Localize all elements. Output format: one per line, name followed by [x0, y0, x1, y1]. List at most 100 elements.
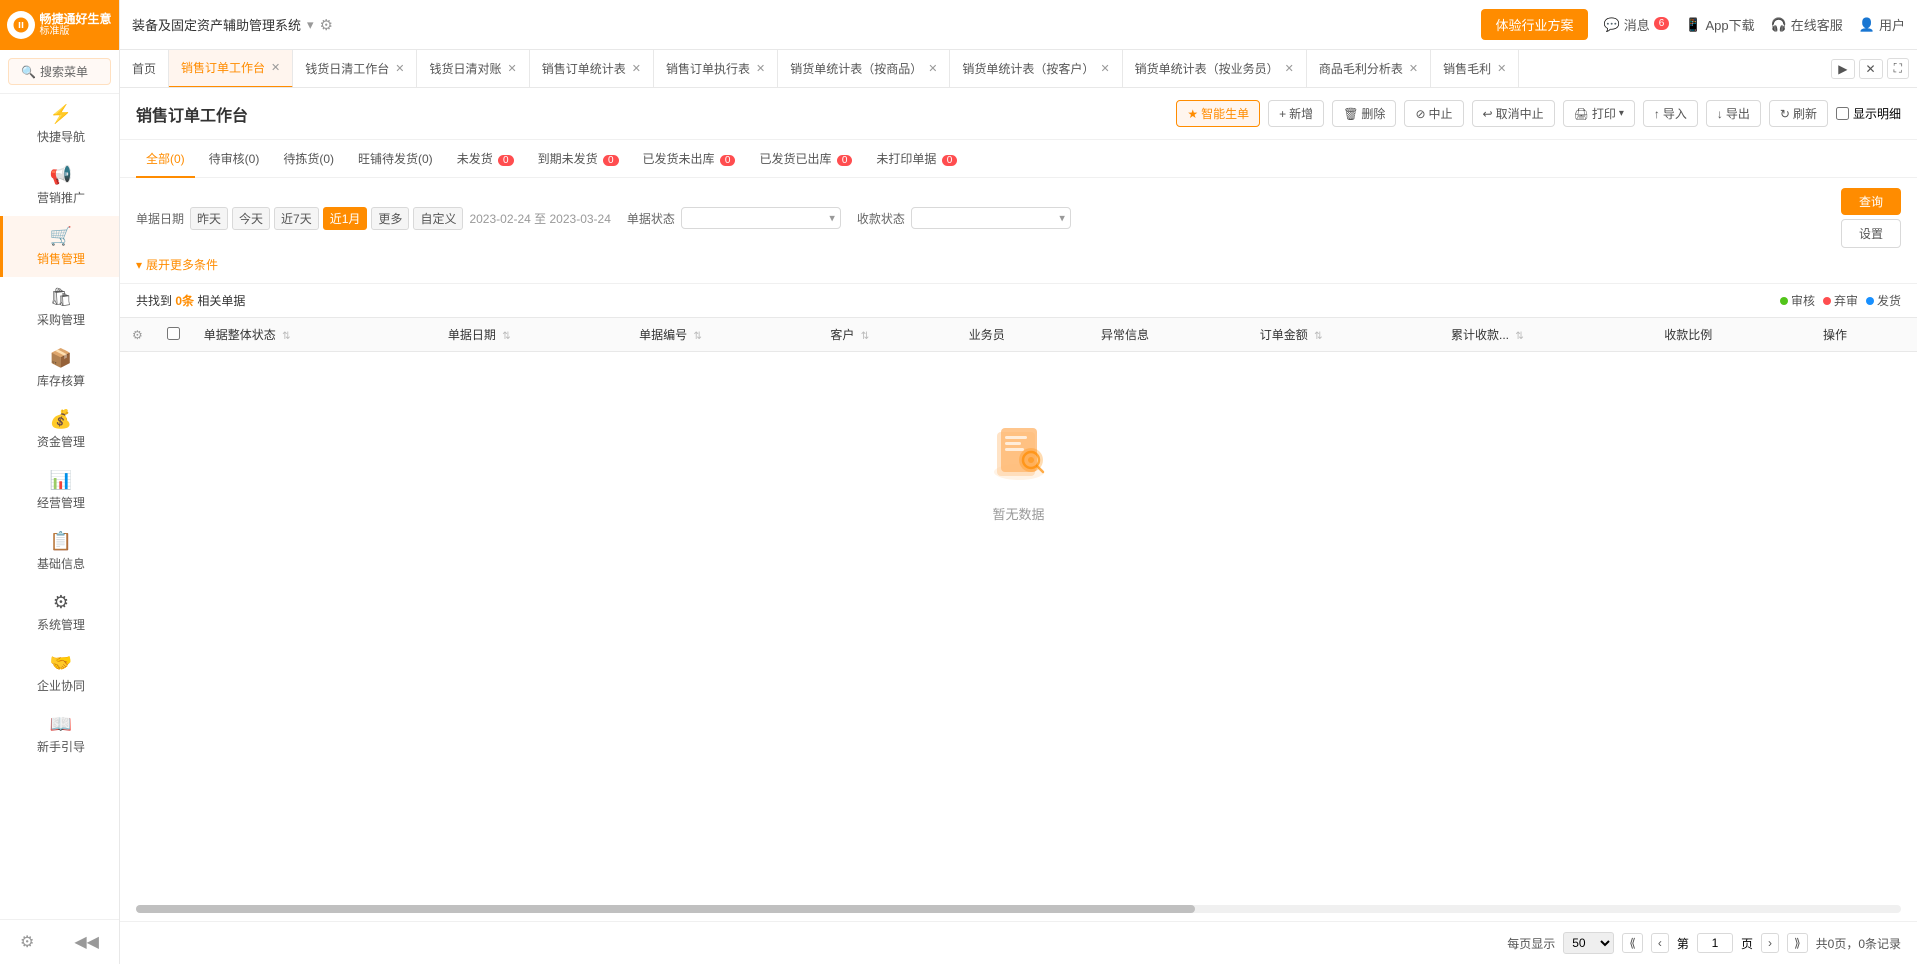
query-button[interactable]: 查询 — [1841, 188, 1901, 215]
filter-tab-not-printed[interactable]: 未打印单据 0 — [866, 140, 967, 178]
tab-close-icon[interactable]: ✕ — [1497, 62, 1506, 75]
settings-icon[interactable]: ⚙ — [320, 16, 333, 34]
status-select[interactable] — [681, 207, 841, 229]
online-service-action[interactable]: 🎧 在线客服 — [1771, 15, 1843, 34]
app-download-action[interactable]: 📱 App下载 — [1685, 15, 1754, 34]
last-page-button[interactable]: ⟫ — [1787, 933, 1808, 953]
sort-icon[interactable]: ⇅ — [1314, 331, 1322, 342]
show-detail-label[interactable]: 显示明细 — [1836, 105, 1901, 122]
filter-tab-wangpu-deliver[interactable]: 旺铺待发货(0) — [348, 140, 443, 178]
sort-icon[interactable]: ⇅ — [861, 331, 869, 342]
sidebar-item-sales[interactable]: 🛒 销售管理 — [0, 216, 119, 277]
stop-button[interactable]: ⊘ 中止 — [1404, 100, 1463, 127]
sidebar-item-finance[interactable]: 💰 资金管理 — [0, 399, 119, 460]
tab-sales-workbench[interactable]: 销售订单工作台 ✕ — [169, 50, 293, 88]
sidebar-item-inventory[interactable]: 📦 库存核算 — [0, 338, 119, 399]
tab-home[interactable]: 首页 — [120, 50, 169, 88]
cancel-review-action-button[interactable]: 弃审 — [1823, 292, 1858, 309]
tab-close-icon[interactable]: ✕ — [271, 61, 280, 74]
show-detail-checkbox[interactable] — [1836, 107, 1849, 120]
sidebar-item-purchase[interactable]: 🛍 采购管理 — [0, 277, 119, 338]
sidebar-item-marketing[interactable]: 📢 营销推广 — [0, 155, 119, 216]
scrollbar-thumb[interactable] — [136, 905, 1195, 913]
sort-icon[interactable]: ⇅ — [282, 331, 290, 342]
filter-tab-overdue-deliver[interactable]: 到期未发货 0 — [528, 140, 629, 178]
export-button[interactable]: ↓ 导出 — [1706, 100, 1761, 127]
sidebar-item-collab[interactable]: 🤝 企业协同 — [0, 643, 119, 704]
collapse-icon[interactable]: ◀◀ — [70, 928, 103, 956]
sort-icon[interactable]: ⇅ — [1515, 331, 1523, 342]
cancel-stop-button[interactable]: ↩ 取消中止 — [1472, 100, 1555, 127]
delivered-out-badge: 0 — [837, 155, 853, 166]
print-dropdown-icon[interactable]: ▾ — [1619, 108, 1624, 119]
sort-icon[interactable]: ⇅ — [694, 331, 702, 342]
tab-goods-profit[interactable]: 商品毛利分析表 ✕ — [1307, 50, 1431, 88]
tab-sales-stat-staff[interactable]: 销货单统计表（按业务员） ✕ — [1123, 50, 1307, 88]
horizontal-scrollbar[interactable] — [136, 905, 1901, 913]
deliver-action-button[interactable]: 发货 — [1866, 292, 1901, 309]
date-btn-more[interactable]: 更多 — [371, 207, 409, 230]
sort-icon[interactable]: ⇅ — [502, 331, 510, 342]
filter-tab-pending-inspect[interactable]: 待拣货(0) — [273, 140, 344, 178]
date-btn-today[interactable]: 今天 — [232, 207, 270, 230]
tab-sales-gross[interactable]: 销售毛利 ✕ — [1431, 50, 1519, 88]
delete-button[interactable]: 🗑 删除 — [1332, 100, 1396, 127]
filter-tab-delivered-not-out[interactable]: 已发货未出库 0 — [633, 140, 746, 178]
filter-tab-pending-review[interactable]: 待审核(0) — [199, 140, 270, 178]
trial-button[interactable]: 体验行业方案 — [1481, 9, 1587, 40]
date-btn-custom[interactable]: 自定义 — [413, 207, 463, 230]
message-action[interactable]: 💬 消息 6 — [1604, 15, 1670, 34]
settings-icon[interactable]: ⚙ — [16, 928, 38, 956]
tab-close-icon[interactable]: ✕ — [632, 62, 641, 75]
select-all-checkbox[interactable] — [167, 327, 180, 340]
add-button[interactable]: + 新增 — [1268, 100, 1324, 127]
payment-select[interactable] — [911, 207, 1071, 229]
sidebar-item-system[interactable]: ⚙ 系统管理 — [0, 582, 119, 643]
tab-sales-stat-product[interactable]: 销货单统计表（按商品） ✕ — [778, 50, 950, 88]
next-page-button[interactable]: › — [1761, 933, 1779, 953]
date-btn-7days[interactable]: 近7天 — [274, 207, 319, 230]
sidebar-item-operation[interactable]: 📊 经营管理 — [0, 460, 119, 521]
sidebar-item-basic[interactable]: 📋 基础信息 — [0, 521, 119, 582]
smart-create-button[interactable]: ★ 智能生单 — [1176, 100, 1260, 127]
filter-tab-all[interactable]: 全部(0) — [136, 140, 195, 178]
tab-close-icon[interactable]: ✕ — [1409, 62, 1418, 75]
date-btn-1month[interactable]: 近1月 — [323, 207, 368, 230]
page-size-select[interactable]: 50 100 — [1563, 932, 1614, 954]
user-action[interactable]: 👤 用户 — [1859, 15, 1905, 34]
tab-close-icon[interactable]: ✕ — [1100, 62, 1109, 75]
expand-conditions-button[interactable]: ▾ 展开更多条件 — [136, 256, 218, 273]
date-btn-yesterday[interactable]: 昨天 — [190, 207, 228, 230]
import-button[interactable]: ↑ 导入 — [1643, 100, 1698, 127]
export-label: 导出 — [1726, 105, 1750, 122]
col-settings[interactable]: ⚙ — [120, 318, 155, 352]
page-number-input[interactable] — [1697, 933, 1733, 953]
print-button[interactable]: 🖨 打印 ▾ — [1563, 100, 1635, 127]
refresh-button[interactable]: ↻ 刷新 — [1769, 100, 1828, 127]
tab-scroll-right-button[interactable]: ▶ — [1831, 59, 1854, 79]
tab-close-icon[interactable]: ✕ — [395, 62, 404, 75]
tab-close-icon[interactable]: ✕ — [928, 62, 937, 75]
filter-tab-not-delivered[interactable]: 未发货 0 — [447, 140, 524, 178]
tab-sales-exec[interactable]: 销售订单执行表 ✕ — [654, 50, 778, 88]
tab-sales-stat[interactable]: 销售订单统计表 ✕ — [530, 50, 654, 88]
first-page-button[interactable]: ⟪ — [1622, 933, 1643, 953]
prev-page-button[interactable]: ‹ — [1651, 933, 1669, 953]
sidebar-item-quick-nav[interactable]: ⚡ 快捷导航 — [0, 94, 119, 155]
sidebar-search-button[interactable]: 🔍 搜索菜单 — [8, 58, 111, 85]
filter-tab-delivered-out[interactable]: 已发货已出库 0 — [749, 140, 862, 178]
export-icon: ↓ — [1717, 107, 1723, 121]
review-action-button[interactable]: 审核 — [1780, 292, 1815, 309]
search-settings-button[interactable]: 设置 — [1841, 219, 1901, 248]
tab-close-icon[interactable]: ✕ — [1285, 62, 1294, 75]
tab-cash-reconcile[interactable]: 钱货日清对账 ✕ — [417, 50, 529, 88]
tab-close-icon[interactable]: ✕ — [508, 62, 517, 75]
tab-close-icon[interactable]: ✕ — [756, 62, 765, 75]
tab-maximize-button[interactable]: ⛶ — [1887, 58, 1909, 79]
tab-sales-stat-customer[interactable]: 销货单统计表（按客户） ✕ — [950, 50, 1122, 88]
dropdown-icon[interactable]: ▾ — [307, 17, 314, 33]
sidebar-item-guide[interactable]: 📖 新手引导 — [0, 704, 119, 765]
sidebar-item-label: 销售管理 — [37, 250, 85, 267]
tab-cash-clear[interactable]: 钱货日清工作台 ✕ — [293, 50, 417, 88]
tab-close-all-button[interactable]: ✕ — [1859, 59, 1883, 79]
